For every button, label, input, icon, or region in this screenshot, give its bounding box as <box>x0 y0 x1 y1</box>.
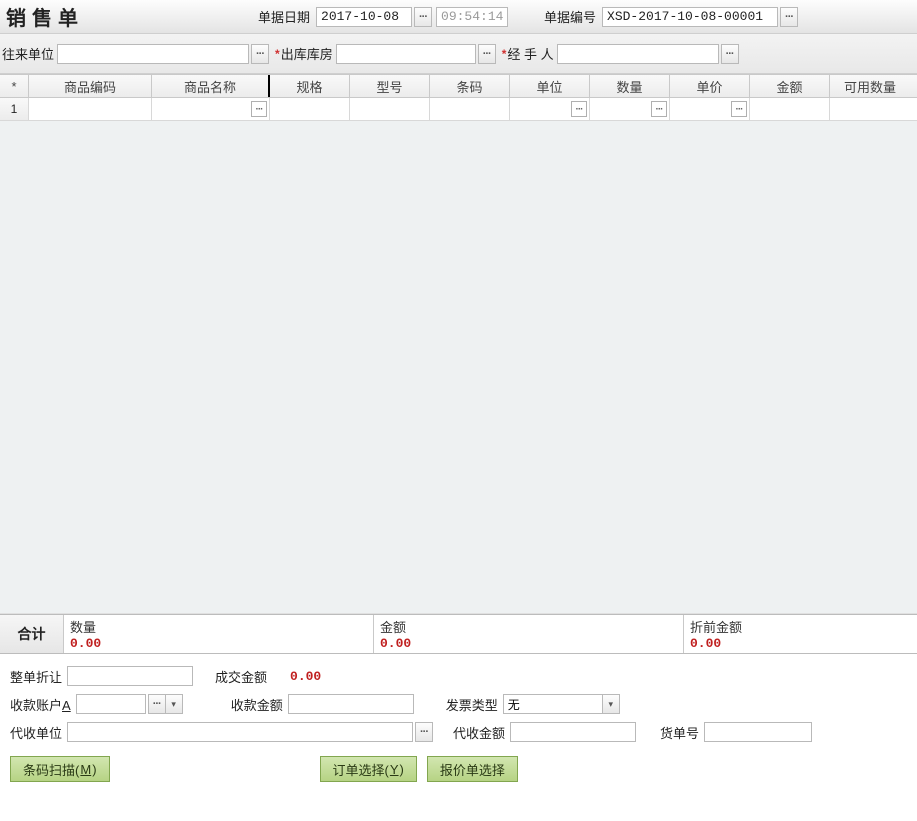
deal-amount-label: 成交金额 <box>215 667 267 686</box>
column-header-barcode[interactable]: 条码 <box>430 75 510 97</box>
column-header-spec[interactable]: 规格 <box>270 75 350 97</box>
cell-unit-picker-button[interactable]: ··· <box>571 101 587 117</box>
number-picker-button[interactable]: ··· <box>780 7 798 27</box>
invoice-type-label: 发票类型 <box>446 695 498 714</box>
totals-amount-value: 0.00 <box>380 636 677 651</box>
cell-price[interactable]: ··· <box>670 98 750 120</box>
cell-name[interactable]: ··· <box>152 98 270 120</box>
column-header-unit[interactable]: 单位 <box>510 75 590 97</box>
sales-order-form: 销售单 单据日期 2017-10-08 ··· 09:54:14 单据编号 XS… <box>0 0 917 821</box>
required-star-icon: * <box>502 47 507 61</box>
filter-bar: 往来单位 ··· * 出库库房 ··· * 经 手 人 ··· <box>0 34 917 74</box>
totals-amount-label: 金额 <box>380 617 677 636</box>
cell-model[interactable] <box>350 98 430 120</box>
date-picker-button[interactable]: ··· <box>414 7 432 27</box>
agent-unit-input[interactable] <box>67 722 413 742</box>
grid-body[interactable]: 1 ··· ··· ··· ··· <box>0 98 917 614</box>
date-label: 单据日期 <box>258 7 310 26</box>
cell-code[interactable] <box>29 98 152 120</box>
account-label: 收款账户A <box>10 695 71 714</box>
receive-amount-input[interactable] <box>288 694 414 714</box>
grid-header: * 商品编码 商品名称 规格 型号 条码 单位 数量 单价 金额 可用数量 <box>0 74 917 98</box>
invoice-type-input[interactable] <box>503 694 603 714</box>
column-header-code[interactable]: 商品编码 <box>29 75 152 97</box>
number-input[interactable]: XSD-2017-10-08-00001 <box>602 7 778 27</box>
agent-unit-label: 代收单位 <box>10 723 62 742</box>
receive-amount-label: 收款金额 <box>231 695 283 714</box>
totals-qty: 数量 0.00 <box>64 615 374 653</box>
column-header-price[interactable]: 单价 <box>670 75 750 97</box>
column-header-model[interactable]: 型号 <box>350 75 430 97</box>
column-header-avail[interactable]: 可用数量 <box>830 75 910 97</box>
barcode-scan-button[interactable]: 条码扫描(M) <box>10 756 110 782</box>
handler-label: 经 手 人 <box>507 44 553 63</box>
shipment-no-label: 货单号 <box>660 723 699 742</box>
quote-select-button[interactable]: 报价单选择 <box>427 756 518 782</box>
totals-qty-value: 0.00 <box>70 636 367 651</box>
action-bar: 条码扫描(M) 订单选择(Y) 报价单选择 <box>0 752 917 792</box>
cell-name-picker-button[interactable]: ··· <box>251 101 267 117</box>
vendor-picker-button[interactable]: ··· <box>251 44 269 64</box>
whole-discount-label: 整单折让 <box>10 667 62 686</box>
number-label: 单据编号 <box>544 7 596 26</box>
form-header: 销售单 单据日期 2017-10-08 ··· 09:54:14 单据编号 XS… <box>0 0 917 34</box>
page-title: 销售单 <box>6 2 84 31</box>
bottom-form: 整单折让 成交金额 0.00 收款账户A ··· ▾ 收款金额 发票类型 ▾ 代… <box>0 654 917 752</box>
cell-barcode[interactable] <box>430 98 510 120</box>
row-index: 1 <box>0 98 29 120</box>
totals-label: 合计 <box>0 615 64 653</box>
totals-prediscount-label: 折前金额 <box>690 617 911 636</box>
totals-prediscount: 折前金额 0.00 <box>684 615 917 653</box>
account-input[interactable] <box>76 694 146 714</box>
warehouse-picker-button[interactable]: ··· <box>478 44 496 64</box>
agent-amount-label: 代收金额 <box>453 723 505 742</box>
column-header-qty[interactable]: 数量 <box>590 75 670 97</box>
cell-spec[interactable] <box>270 98 350 120</box>
cell-amount[interactable] <box>750 98 830 120</box>
order-select-button[interactable]: 订单选择(Y) <box>320 756 417 782</box>
totals-prediscount-value: 0.00 <box>690 636 911 651</box>
vendor-label: 往来单位 <box>2 44 54 63</box>
handler-input[interactable] <box>557 44 719 64</box>
required-star-icon: * <box>275 47 280 61</box>
deal-amount-value: 0.00 <box>290 669 321 684</box>
cell-qty[interactable]: ··· <box>590 98 670 120</box>
warehouse-input[interactable] <box>336 44 476 64</box>
totals-qty-label: 数量 <box>70 617 367 636</box>
account-dropdown-button[interactable]: ▾ <box>165 694 183 714</box>
time-input: 09:54:14 <box>436 7 508 27</box>
account-picker-button[interactable]: ··· <box>148 694 166 714</box>
vendor-input[interactable] <box>57 44 249 64</box>
column-header-name[interactable]: 商品名称 <box>152 75 270 97</box>
cell-unit[interactable]: ··· <box>510 98 590 120</box>
date-input[interactable]: 2017-10-08 <box>316 7 412 27</box>
column-header-index[interactable]: * <box>0 75 29 97</box>
column-header-amount[interactable]: 金额 <box>750 75 830 97</box>
agent-unit-picker-button[interactable]: ··· <box>415 722 433 742</box>
invoice-type-dropdown-button[interactable]: ▾ <box>602 694 620 714</box>
warehouse-label: 出库库房 <box>281 44 333 63</box>
handler-picker-button[interactable]: ··· <box>721 44 739 64</box>
agent-amount-input[interactable] <box>510 722 636 742</box>
totals-row: 合计 数量 0.00 金额 0.00 折前金额 0.00 <box>0 614 917 654</box>
cell-qty-picker-button[interactable]: ··· <box>651 101 667 117</box>
totals-amount: 金额 0.00 <box>374 615 684 653</box>
cell-price-picker-button[interactable]: ··· <box>731 101 747 117</box>
table-row[interactable]: 1 ··· ··· ··· ··· <box>0 98 917 121</box>
cell-avail[interactable] <box>830 98 910 120</box>
shipment-no-input[interactable] <box>704 722 812 742</box>
whole-discount-input[interactable] <box>67 666 193 686</box>
